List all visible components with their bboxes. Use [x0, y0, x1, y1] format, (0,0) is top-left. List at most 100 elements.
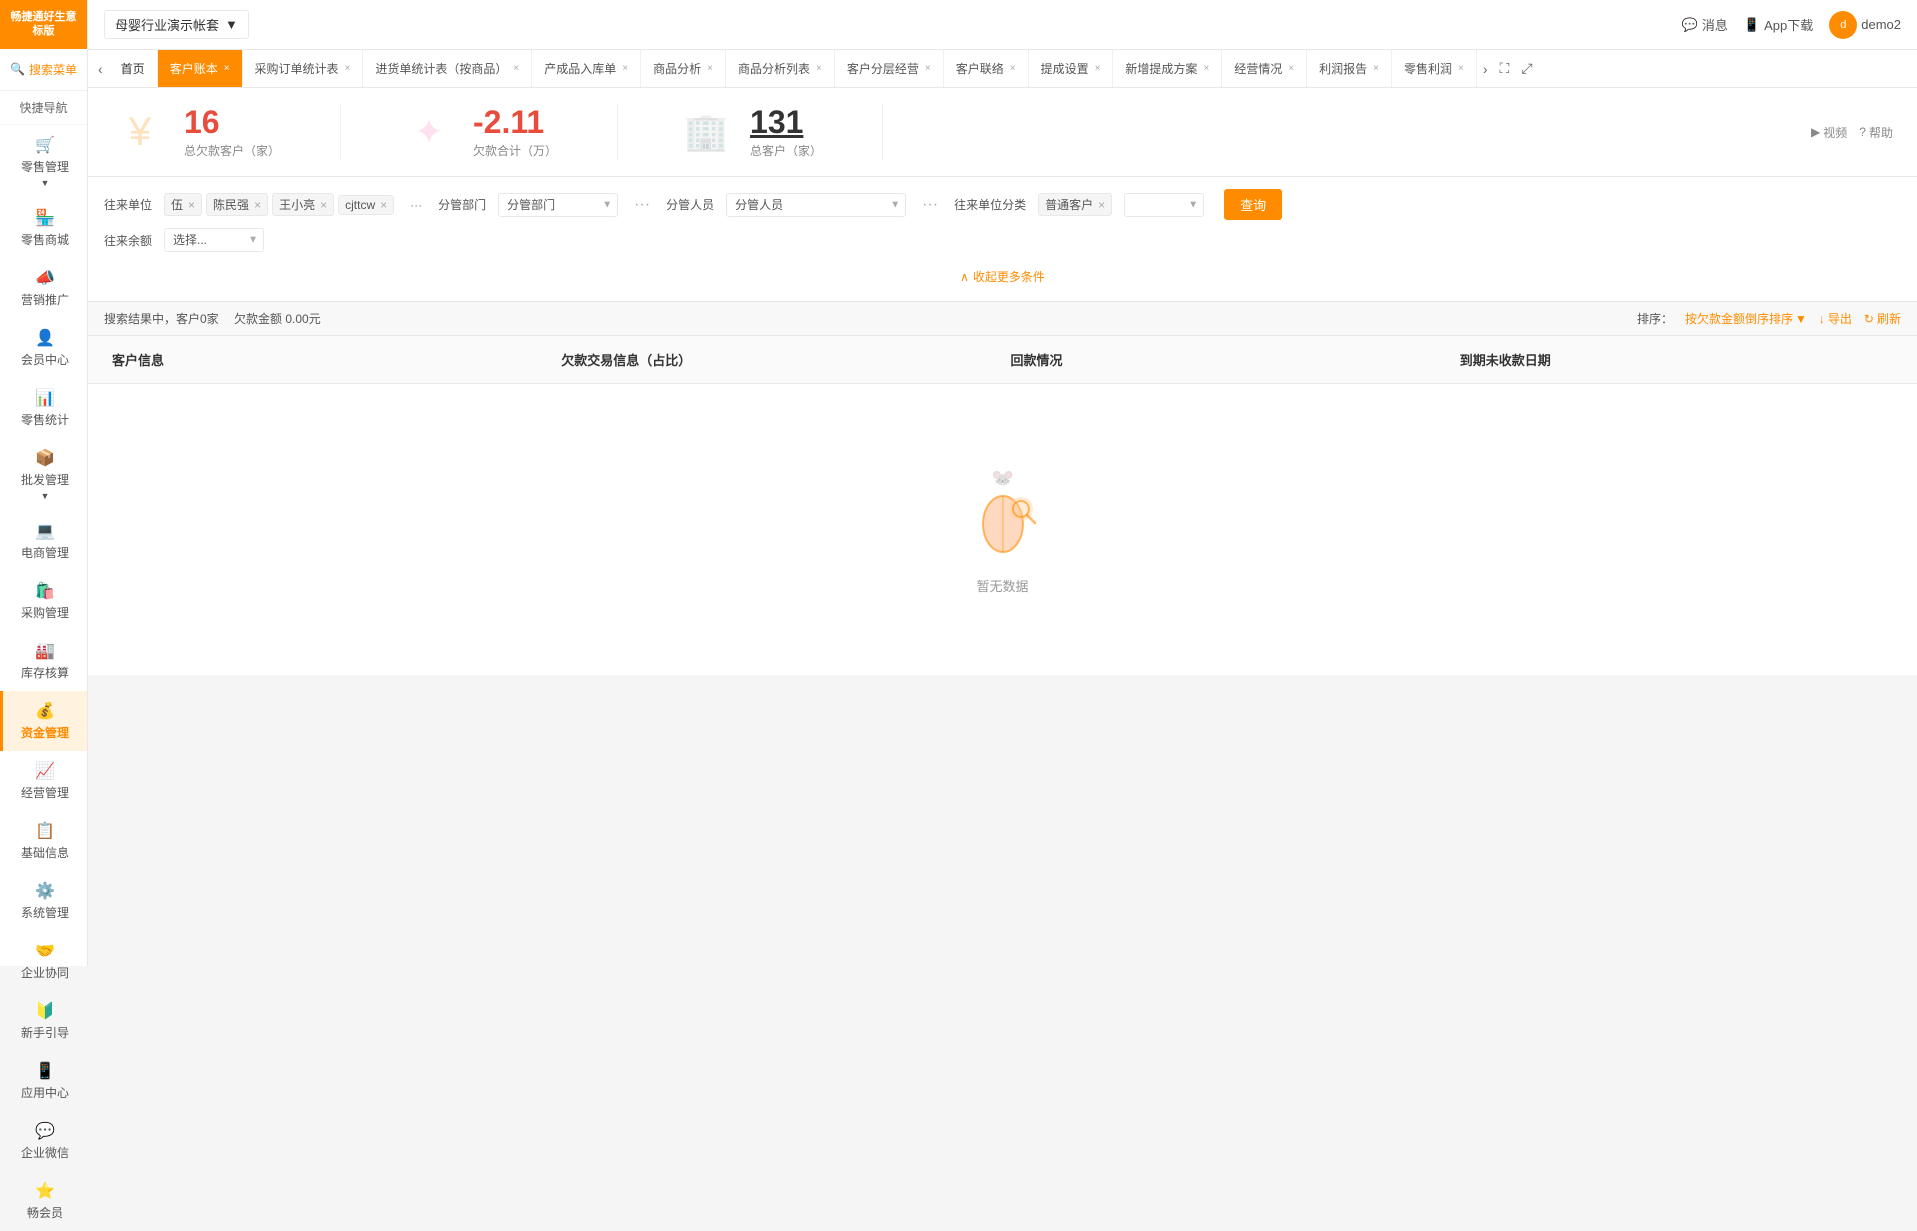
- export-icon: ↓: [1819, 312, 1825, 326]
- tab-close-product-analysis-list[interactable]: ×: [816, 63, 822, 74]
- sidebar-item-inventory[interactable]: 🏭 库存核算: [0, 631, 87, 691]
- dept-select[interactable]: 分管部门: [498, 193, 618, 217]
- table-header-col-1: 欠款交易信息（占比）: [553, 346, 1002, 373]
- message-button[interactable]: 💬 消息: [1682, 15, 1728, 34]
- tab-business-situation[interactable]: 经营情况×: [1222, 50, 1307, 87]
- search-button[interactable]: 查询: [1224, 189, 1282, 220]
- tag-remove-btn[interactable]: ×: [380, 198, 387, 212]
- tab-close-inbound-stat[interactable]: ×: [513, 63, 519, 74]
- sort-chevron-icon: ▼: [1795, 312, 1807, 326]
- tab-product-analysis-list[interactable]: 商品分析列表 ×: [726, 50, 835, 87]
- tab-close-production-inbound[interactable]: ×: [622, 63, 628, 74]
- sidebar-item-batch-mgmt[interactable]: 📦 批发管理 ▼: [0, 438, 87, 511]
- tab-retail-profit[interactable]: 零售利润 ×: [1392, 50, 1477, 87]
- tab-close-business-situation[interactable]: ×: [1288, 63, 1294, 74]
- sidebar-icon-inventory: 🏭: [35, 641, 55, 661]
- tab-close-customer-segment[interactable]: ×: [925, 63, 931, 74]
- sidebar-item-enterprise-wechat[interactable]: 💬 企业微信: [0, 1111, 87, 1171]
- refresh-icon: ↻: [1864, 312, 1874, 326]
- tab-close-reminder-settings[interactable]: ×: [1095, 63, 1101, 74]
- tab-close-customer-account[interactable]: ×: [224, 63, 230, 74]
- tab-close-new-plan[interactable]: ×: [1203, 63, 1209, 74]
- tab-new-plan[interactable]: 新增提成方案×: [1113, 50, 1222, 87]
- data-table: 客户信息欠款交易信息（占比）回款情况到期未收款日期 🐭: [88, 336, 1917, 675]
- sidebar-label-basic-info: 基础信息: [21, 844, 69, 861]
- class-tag-remove-btn[interactable]: ×: [1098, 198, 1105, 212]
- svg-text:🐭: 🐭: [991, 468, 1013, 488]
- sort-select[interactable]: 按欠款金额倒序排序 ▼: [1685, 310, 1807, 327]
- stat-label-debt: 欠款合计（万）: [473, 142, 557, 159]
- sidebar-label-retail-mall: 零售商城: [21, 231, 69, 248]
- app-download-button[interactable]: 📱 App下载: [1744, 15, 1813, 34]
- tab-close-retail-profit[interactable]: ×: [1458, 63, 1464, 74]
- sidebar-item-app-center[interactable]: 📱 应用中心: [0, 1051, 87, 1111]
- filter-area: 往来单位 伍×陈民强×王小亮×cjttcw× ··· 分管部门 分管部门 ···…: [88, 177, 1917, 302]
- sidebar-item-member-plus[interactable]: ⭐ 畅会员: [0, 1171, 87, 1231]
- sidebar-item-basic-info[interactable]: 📋 基础信息: [0, 811, 87, 871]
- sidebar-item-marketing[interactable]: 📣 营销推广: [0, 258, 87, 318]
- tab-home[interactable]: 首页: [109, 50, 158, 87]
- person-more-btn[interactable]: ···: [918, 194, 942, 216]
- export-button[interactable]: ↓ 导出: [1819, 310, 1852, 327]
- tab-label-customer-contact: 客户联络: [956, 60, 1004, 77]
- tab-inbound-stat[interactable]: 进货单统计表（按商品）×: [363, 50, 532, 87]
- collapse-button[interactable]: ∧ 收起更多条件: [952, 264, 1053, 289]
- tab-profit-report[interactable]: 利润报告×: [1307, 50, 1392, 87]
- sidebar-item-retail-stats[interactable]: 📊 零售统计: [0, 378, 87, 438]
- refresh-button[interactable]: ↻ 刷新: [1864, 310, 1901, 327]
- tab-expand[interactable]: ⛶: [1494, 52, 1516, 85]
- table-header-col-2: 回款情况: [1003, 346, 1452, 373]
- tab-close-customer-contact[interactable]: ×: [1010, 63, 1016, 74]
- tab-customer-contact[interactable]: 客户联络 ×: [944, 50, 1029, 87]
- tab-label-product-analysis-list: 商品分析列表: [738, 60, 810, 77]
- unit-class-select[interactable]: [1124, 193, 1204, 217]
- sidebar-item-operations[interactable]: 📈 经营管理: [0, 751, 87, 811]
- empty-state: 🐭 暂无数据: [88, 384, 1917, 675]
- sidebar-item-ecommerce[interactable]: 💻 电商管理: [0, 511, 87, 571]
- sidebar-label-inventory: 库存核算: [21, 664, 69, 681]
- tab-close-profit-report[interactable]: ×: [1373, 63, 1379, 74]
- tab-customer-account[interactable]: 客户账本×: [158, 50, 243, 87]
- tab-label-home: 首页: [121, 60, 145, 77]
- video-link[interactable]: ▶ 视频: [1811, 124, 1847, 141]
- help-link[interactable]: ? 帮助: [1859, 124, 1893, 141]
- quick-nav-button[interactable]: 快捷导航: [0, 91, 87, 125]
- sidebar-label-enterprise-coop: 企业协同: [21, 964, 69, 981]
- tab-close-product-analysis[interactable]: ×: [707, 63, 713, 74]
- sidebar-item-retail-mall[interactable]: 🏪 零售商城: [0, 198, 87, 258]
- unit-filter-tag: 陈民强×: [206, 193, 268, 216]
- unit-class-label: 往来单位分类: [954, 196, 1026, 213]
- more-tags-btn[interactable]: ···: [406, 196, 426, 214]
- sidebar-item-enterprise-coop[interactable]: 🤝 企业协同: [0, 931, 87, 991]
- sidebar-item-retail-mgmt[interactable]: 🛒 零售管理 ▼: [0, 125, 87, 198]
- user-menu[interactable]: d demo2: [1829, 11, 1901, 39]
- tag-remove-btn[interactable]: ×: [188, 198, 195, 212]
- person-select[interactable]: 分管人员: [726, 193, 906, 217]
- logo-text: 畅捷通好生意 标版: [11, 10, 77, 39]
- sidebar-item-member-center[interactable]: 👤 会员中心: [0, 318, 87, 378]
- balance-select[interactable]: 选择...: [164, 228, 264, 252]
- tab-scroll-right[interactable]: ›: [1477, 53, 1494, 85]
- tab-product-analysis[interactable]: 商品分析×: [641, 50, 726, 87]
- search-menu-button[interactable]: 🔍 搜索菜单: [6, 57, 81, 82]
- sidebar-item-purchase[interactable]: 🛍️ 采购管理: [0, 571, 87, 631]
- tab-fullscreen[interactable]: ⤢: [1515, 52, 1538, 85]
- tab-reminder-settings[interactable]: 提成设置×: [1029, 50, 1114, 87]
- sidebar-item-system[interactable]: ⚙️ 系统管理: [0, 871, 87, 931]
- tab-label-retail-profit: 零售利润: [1404, 60, 1452, 77]
- sidebar-item-finance[interactable]: 💰 资金管理: [0, 691, 87, 751]
- tab-customer-segment[interactable]: 客户分层经营×: [835, 50, 944, 87]
- dept-more-btn[interactable]: ···: [630, 194, 654, 216]
- person-filter-label: 分管人员: [666, 196, 714, 213]
- tab-scroll-left[interactable]: ‹: [92, 53, 109, 85]
- message-icon: 💬: [1682, 17, 1698, 33]
- tag-remove-btn[interactable]: ×: [254, 198, 261, 212]
- account-selector[interactable]: 母婴行业演示帐套 ▼: [104, 10, 249, 39]
- tab-production-inbound[interactable]: 产成品入库单×: [532, 50, 641, 87]
- stat-total-debt: ✦ -2.11 欠款合计（万）: [401, 104, 618, 160]
- tab-purchase-order[interactable]: 采购订单统计表×: [243, 50, 364, 87]
- tag-remove-btn[interactable]: ×: [320, 198, 327, 212]
- unit-filter-label: 往来单位: [104, 196, 152, 213]
- tab-close-purchase-order[interactable]: ×: [345, 63, 351, 74]
- sidebar-item-new-guide[interactable]: 🔰 新手引导: [0, 991, 87, 1051]
